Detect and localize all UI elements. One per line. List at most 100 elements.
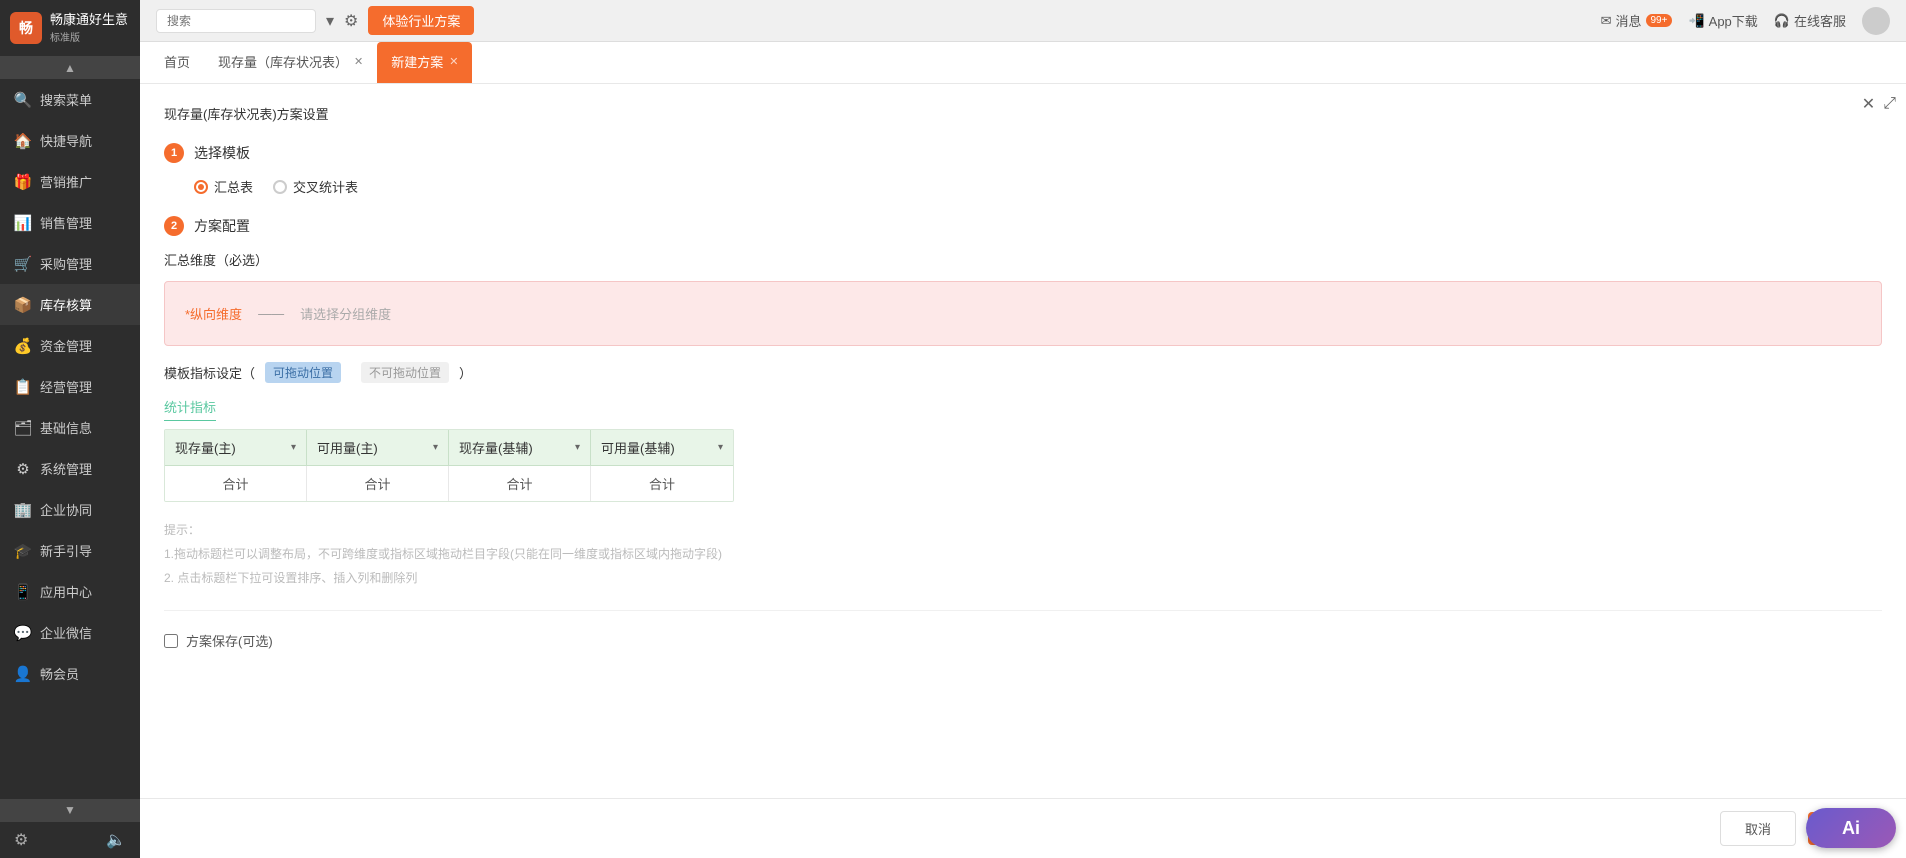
- sidebar-label-wechat: 企业微信: [40, 623, 92, 642]
- box-icon: 📦: [14, 296, 32, 314]
- sidebar-item-system[interactable]: ⚙ 系统管理: [0, 448, 140, 489]
- stats-col-3-label: 可用量(基辅): [601, 438, 675, 457]
- sidebar-label-search-menu: 搜索菜单: [40, 90, 92, 109]
- money-icon: 💰: [14, 337, 32, 355]
- sidebar-item-purchase[interactable]: 🛒 采购管理: [0, 243, 140, 284]
- messages-badge: 99+: [1646, 14, 1673, 27]
- logo-icon: 畅: [10, 12, 42, 44]
- dimension-placeholder: 请选择分组维度: [300, 304, 391, 323]
- online-service-label: 在线客服: [1794, 11, 1846, 30]
- save-checkbox[interactable]: [164, 634, 178, 648]
- dropdown-icon[interactable]: ▾: [326, 11, 334, 31]
- search-input[interactable]: [156, 9, 316, 33]
- app-download-item[interactable]: 📲 App下载: [1688, 11, 1757, 30]
- topbar-right: ✉ 消息 99+ 📲 App下载 🎧 在线客服: [1601, 7, 1890, 35]
- tab-new-plan-close-icon[interactable]: ✕: [449, 55, 458, 68]
- user-icon: 👤: [14, 665, 32, 683]
- online-service-item[interactable]: 🎧 在线客服: [1774, 11, 1846, 30]
- sidebar-label-basic-info: 基础信息: [40, 418, 92, 437]
- sidebar-item-guide[interactable]: 🎓 新手引导: [0, 530, 140, 571]
- tab-new-plan-label: 新建方案: [391, 52, 443, 71]
- logo-text-block: 畅康通好生意 标准版: [50, 12, 128, 44]
- sidebar-scroll-up[interactable]: ▲: [0, 57, 140, 79]
- industry-plan-button[interactable]: 体验行业方案: [368, 6, 474, 35]
- tab-new-plan[interactable]: 新建方案 ✕: [377, 42, 472, 83]
- cancel-button[interactable]: 取消: [1720, 811, 1796, 846]
- tab-inventory-close-icon[interactable]: ✕: [354, 55, 363, 68]
- step1-badge: 1: [164, 143, 184, 163]
- step2-title: 方案配置: [194, 216, 250, 236]
- user-avatar[interactable]: [1862, 7, 1890, 35]
- download-icon: 📲: [1688, 13, 1704, 29]
- sidebar-item-quick-nav[interactable]: 🏠 快捷导航: [0, 120, 140, 161]
- tabs-bar: 首页 现存量（库存状况表） ✕ 新建方案 ✕: [140, 42, 1906, 84]
- panel-expand-button[interactable]: ⤢: [1883, 94, 1896, 114]
- step1-header: 1 选择模板: [164, 143, 1882, 163]
- stats-col-0-chevron[interactable]: ▾: [291, 442, 296, 453]
- speaker-icon[interactable]: 🔈: [106, 830, 126, 850]
- main-area: ▾ ⚙ 体验行业方案 ✉ 消息 99+ 📲 App下载 🎧 在线客服 首页: [140, 0, 1906, 858]
- sidebar-label-member: 畅会员: [40, 664, 79, 683]
- sidebar-item-member[interactable]: 👤 畅会员: [0, 653, 140, 694]
- messages-label: 消息: [1615, 11, 1641, 30]
- topbar-gear-icon[interactable]: ⚙: [344, 11, 358, 31]
- radio-crosstab-label: 交叉统计表: [293, 177, 358, 196]
- step2-header: 2 方案配置: [164, 216, 1882, 236]
- sidebar-item-basic-info[interactable]: 🗂 基础信息: [0, 407, 140, 448]
- sidebar-item-operations[interactable]: 📋 经营管理: [0, 366, 140, 407]
- dimension-box[interactable]: *纵向维度 —— 请选择分组维度: [164, 281, 1882, 346]
- step1-section: 1 选择模板 汇总表 交叉统计表: [164, 143, 1882, 196]
- stats-col-3-chevron[interactable]: ▾: [718, 442, 723, 453]
- stats-body-0: 合计: [165, 466, 307, 501]
- save-label: 方案保存(可选): [186, 631, 273, 650]
- sidebar-item-enterprise[interactable]: 🏢 企业协同: [0, 489, 140, 530]
- sidebar-item-inventory[interactable]: 📦 库存核算: [0, 284, 140, 325]
- search-menu-icon: 🔍: [14, 91, 32, 109]
- stats-col-1-label: 可用量(主): [317, 438, 378, 457]
- stats-body-2: 合计: [449, 466, 591, 501]
- action-bar: 取消 查询: [140, 798, 1906, 858]
- stats-table-header: 现存量(主) ▾ 可用量(主) ▾ 现存量(基辅) ▾: [165, 430, 733, 465]
- gift-icon: 🎁: [14, 173, 32, 191]
- sidebar-item-finance[interactable]: 💰 资金管理: [0, 325, 140, 366]
- tip-2: 2. 点击标题栏下拉可设置排序、插入列和删除列: [164, 571, 417, 585]
- radio-summary-dot: [194, 180, 208, 194]
- messages-item[interactable]: ✉ 消息 99+: [1601, 11, 1673, 30]
- tab-inventory-status[interactable]: 现存量（库存状况表） ✕: [204, 42, 377, 83]
- sidebar-label-marketing: 营销推广: [40, 172, 92, 191]
- radio-summary[interactable]: 汇总表: [194, 177, 253, 196]
- folder-icon: 🗂: [14, 419, 32, 437]
- sidebar-bottom: ⚙ 🔈: [0, 821, 140, 858]
- not-draggable-badge: 不可拖动位置: [361, 362, 449, 383]
- radio-summary-label: 汇总表: [214, 177, 253, 196]
- tip-1: 1.拖动标题栏可以调整布局，不可跨维度或指标区域拖动栏目字段(只能在同一维度或指…: [164, 547, 722, 561]
- sidebar-item-app-center[interactable]: 📱 应用中心: [0, 571, 140, 612]
- settings-icon[interactable]: ⚙: [14, 830, 28, 850]
- panel-close-button[interactable]: ✕: [1862, 94, 1875, 114]
- tips-label: 提示：: [164, 523, 200, 537]
- vertical-dimension-label: *纵向维度: [185, 304, 242, 323]
- sidebar-item-search-menu[interactable]: 🔍 搜索菜单: [0, 79, 140, 120]
- sidebar-item-sales[interactable]: 📊 销售管理: [0, 202, 140, 243]
- stats-col-2-chevron[interactable]: ▾: [575, 442, 580, 453]
- tab-home[interactable]: 首页: [150, 42, 204, 83]
- step1-options: 汇总表 交叉统计表: [194, 177, 1882, 196]
- sidebar-label-system: 系统管理: [40, 459, 92, 478]
- content-area: 现存量(库存状况表)方案设置 ✕ ⤢ 1 选择模板 汇总表: [140, 84, 1906, 798]
- stats-col-0-label: 现存量(主): [175, 438, 236, 457]
- dimension-dash: ——: [258, 306, 284, 321]
- sidebar-item-marketing[interactable]: 🎁 营销推广: [0, 161, 140, 202]
- sidebar-label-app-center: 应用中心: [40, 582, 92, 601]
- stats-col-1-chevron[interactable]: ▾: [433, 442, 438, 453]
- tab-inventory-label: 现存量（库存状况表）: [218, 52, 348, 71]
- radio-crosstab[interactable]: 交叉统计表: [273, 177, 358, 196]
- guide-icon: 🎓: [14, 542, 32, 560]
- content-panel: 现存量(库存状况表)方案设置 ✕ ⤢ 1 选择模板 汇总表: [140, 84, 1906, 798]
- summary-dim-label: 汇总维度（必选）: [164, 253, 268, 268]
- sidebar-scroll-down[interactable]: ▼: [0, 799, 140, 821]
- summary-dimension-title: 汇总维度（必选）: [164, 250, 1882, 269]
- sidebar-item-wechat[interactable]: 💬 企业微信: [0, 612, 140, 653]
- ai-float-button[interactable]: Ai: [1806, 808, 1896, 848]
- sidebar-label-finance: 资金管理: [40, 336, 92, 355]
- sidebar-label-purchase: 采购管理: [40, 254, 92, 273]
